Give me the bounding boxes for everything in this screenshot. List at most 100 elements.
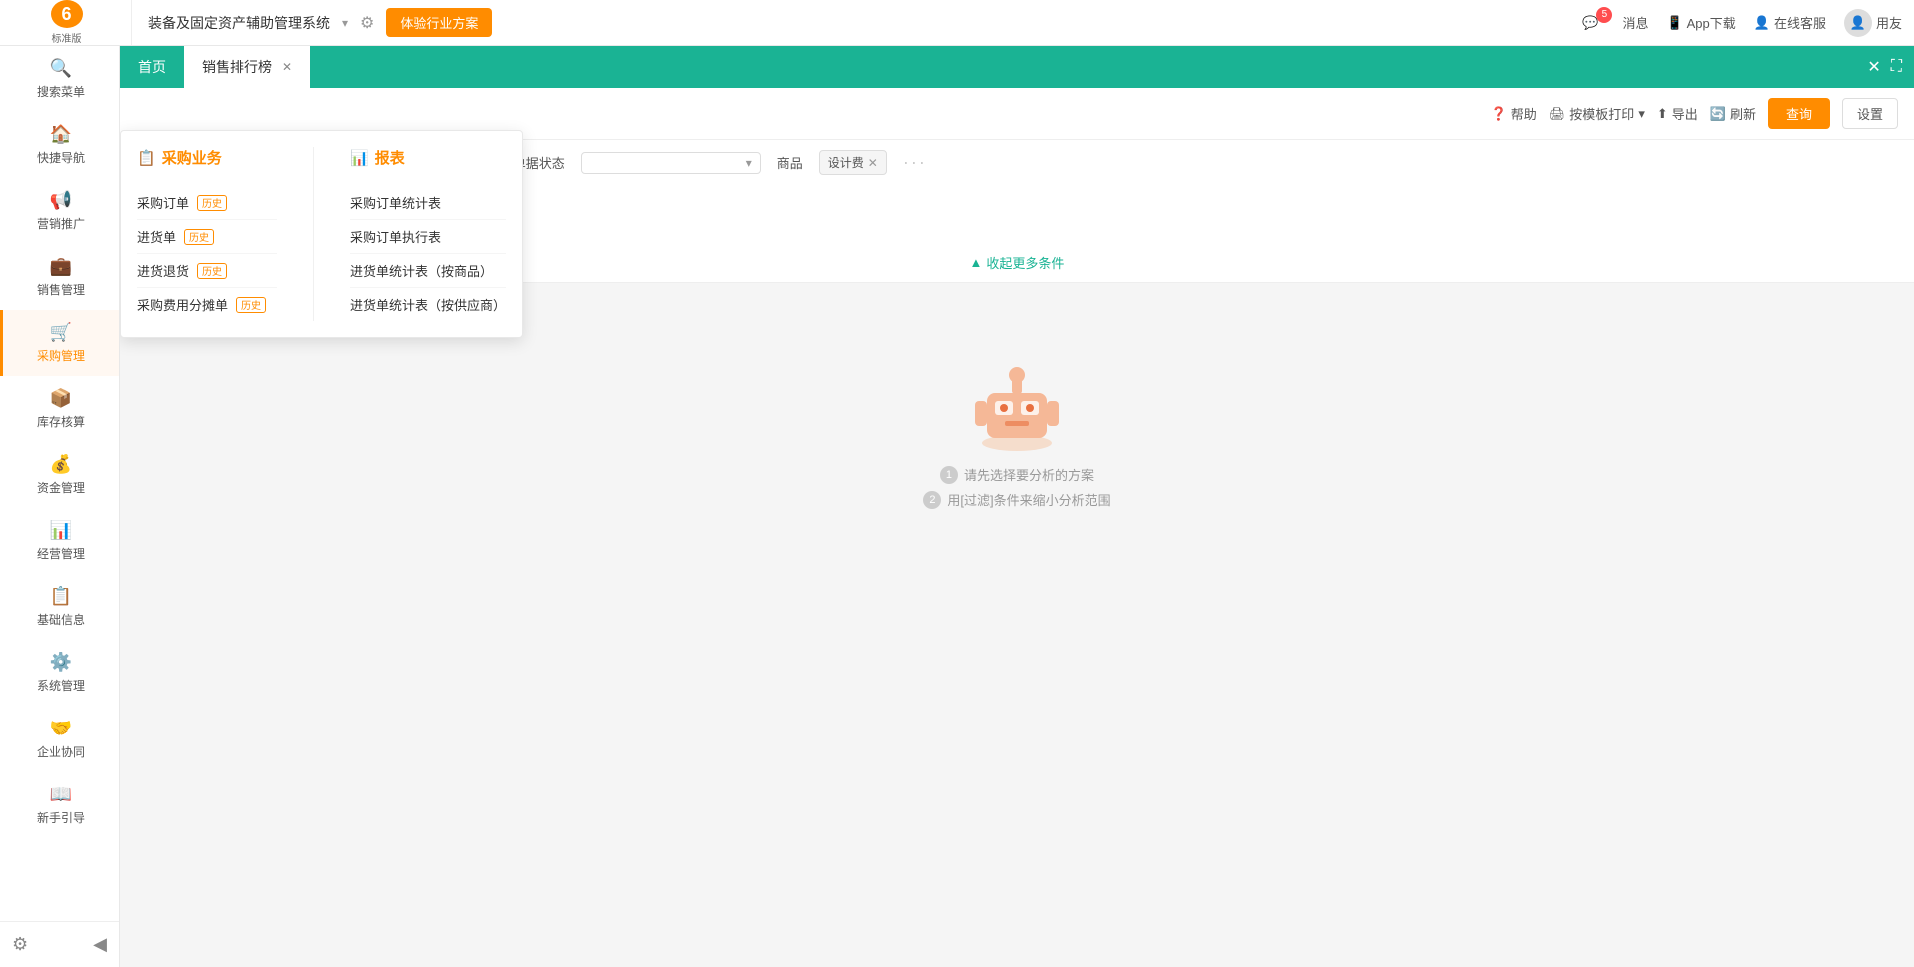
dropdown-menu: 📋 采购业务 采购订单 历史 进货单 历史 进货退货 历史 — [120, 130, 523, 338]
sidebar-collapse-icon[interactable]: ◀ — [93, 934, 107, 955]
dropdown-purchase-section: 📋 采购业务 采购订单 历史 进货单 历史 进货退货 历史 — [137, 147, 277, 321]
tab-bar: 首页 销售排行榜 ✕ ✕ ⛶ — [120, 46, 1914, 88]
sidebar-icon-sales: 💼 — [50, 256, 72, 277]
order-stats-label: 采购订单统计表 — [350, 193, 441, 212]
logo-label: 标准版 — [52, 30, 82, 45]
order-status-dropdown-icon: ▾ — [746, 156, 752, 170]
sidebar-label-operation: 经营管理 — [37, 545, 85, 562]
sidebar-icon-operation: 📊 — [50, 520, 72, 541]
print-icon: 🖨 — [1549, 106, 1566, 122]
collapse-up-icon: ▲ — [970, 255, 983, 270]
hint-text-1: 请先选择要分析的方案 — [964, 465, 1094, 484]
phone-icon: 📱 — [1666, 15, 1682, 31]
logo-area: 6 标准版 — [12, 0, 132, 45]
dropdown-report-section: 📊 报表 采购订单统计表 采购订单执行表 进货单统计表（按商品） 进货单统计表（… — [350, 147, 506, 321]
user-item[interactable]: 👤 用友 — [1844, 9, 1902, 37]
tab-sales-rank[interactable]: 销售排行榜 ✕ — [184, 46, 310, 88]
system-dropdown-icon[interactable]: ▾ — [342, 16, 348, 30]
settings-gear-icon[interactable]: ⚙ — [360, 13, 374, 33]
sidebar-label-base: 基础信息 — [37, 611, 85, 628]
collapse-button[interactable]: ▲ 收起更多条件 — [970, 253, 1065, 272]
sidebar-item-operation[interactable]: 📊 经营管理 — [0, 508, 119, 574]
tab-maximize-icon[interactable]: ⛶ — [1891, 58, 1902, 76]
dropdown-purchase-title: 📋 采购业务 — [137, 147, 277, 174]
sidebar-label-capital: 资金管理 — [37, 479, 85, 496]
report-section-label: 报表 — [375, 147, 405, 168]
sidebar-item-base[interactable]: 📋基础信息 — [0, 574, 119, 640]
logo-icon: 6 — [51, 0, 83, 28]
sidebar-icon-search: 🔍 — [50, 58, 72, 79]
tab-close-icon[interactable]: ✕ — [282, 60, 292, 74]
order-status-select[interactable]: ▾ — [581, 152, 761, 174]
sidebar-item-quick[interactable]: 🏠快捷导航 — [0, 112, 119, 178]
dropdown-item-cost[interactable]: 采购费用分摊单 历史 — [137, 288, 277, 321]
industry-button[interactable]: 体验行业方案 — [386, 8, 492, 37]
sidebar: 🔍搜索菜单🏠快捷导航📢营销推广 💼 销售管理 🛒采购管理 📦 库存核算 💰 资金管理 📊 经营管理… — [0, 46, 120, 967]
dropdown-item-incoming[interactable]: 进货单 历史 — [137, 220, 277, 254]
export-label: 导出 — [1672, 104, 1698, 123]
collapse-label: 收起更多条件 — [986, 253, 1064, 272]
hint-num-2: 2 — [923, 491, 941, 509]
topbar: 6 标准版 装备及固定资产辅助管理系统 ▾ ⚙ 体验行业方案 💬 5 消息 📱 … — [0, 0, 1914, 46]
sidebar-item-inventory[interactable]: 📦 库存核算 — [0, 376, 119, 442]
export-icon: ⬆ — [1657, 106, 1668, 122]
system-title: 装备及固定资产辅助管理系统 — [148, 13, 330, 33]
empty-hint-1: 1 请先选择要分析的方案 — [940, 465, 1094, 484]
dropdown-report-title: 📊 报表 — [350, 147, 506, 174]
sidebar-label-sales: 销售管理 — [37, 281, 85, 298]
content-area: 首页 销售排行榜 ✕ ✕ ⛶ ❓ 帮助 🖨 按模板打印 — [120, 46, 1914, 967]
dropdown-item-goods-stats[interactable]: 进货单统计表（按商品） — [350, 254, 506, 288]
sidebar-icon-purchase: 🛒 — [50, 322, 72, 343]
goods-tag-text: 设计费 — [828, 154, 864, 171]
hint-text-2: 用[过滤]条件来缩小分析范围 — [947, 490, 1110, 509]
sidebar-item-sales[interactable]: 💼 销售管理 — [0, 244, 119, 310]
app-download-item[interactable]: 📱 App下载 — [1666, 13, 1735, 32]
sidebar-item-cooperation[interactable]: 🤝企业协同 — [0, 706, 119, 772]
dropdown-item-supplier-stats[interactable]: 进货单统计表（按供应商） — [350, 288, 506, 321]
query-button[interactable]: 查询 — [1768, 98, 1830, 129]
purchase-section-label: 采购业务 — [162, 147, 222, 168]
goods-tag-close-icon[interactable]: ✕ — [868, 156, 878, 170]
setting-button[interactable]: 设置 — [1842, 98, 1898, 129]
help-button[interactable]: ❓ 帮助 — [1491, 104, 1537, 123]
message-item[interactable]: 💬 5 消息 — [1582, 13, 1648, 32]
sidebar-item-purchase[interactable]: 🛒采购管理 — [0, 310, 119, 376]
goods-more-dots[interactable]: ··· — [903, 152, 927, 173]
refresh-label: 刷新 — [1730, 104, 1756, 123]
goods-tag: 设计费 ✕ — [819, 150, 887, 175]
print-button[interactable]: 🖨 按模板打印 ▾ — [1549, 104, 1645, 123]
online-service-item[interactable]: 👤 在线客服 — [1754, 13, 1826, 32]
incoming-label: 进货单 — [137, 227, 176, 246]
sidebar-item-guide[interactable]: 📖新手引导 — [0, 772, 119, 838]
service-icon: 👤 — [1754, 15, 1770, 31]
sidebar-icon-inventory: 📦 — [50, 388, 72, 409]
sidebar-label-cooperation: 企业协同 — [37, 743, 85, 760]
app-label: App下载 — [1687, 13, 1736, 32]
sidebar-icon-marketing: 📢 — [50, 190, 72, 211]
dropdown-item-purchase-order[interactable]: 采购订单 历史 — [137, 186, 277, 220]
user-label: 用友 — [1876, 13, 1902, 32]
sidebar-label-system: 系统管理 — [37, 677, 85, 694]
dropdown-item-order-stats[interactable]: 采购订单统计表 — [350, 186, 506, 220]
sidebar-settings-icon[interactable]: ⚙ — [12, 934, 28, 955]
sidebar-item-capital[interactable]: 💰 资金管理 — [0, 442, 119, 508]
tab-bar-right: ✕ ⛶ — [1867, 57, 1914, 77]
sidebar-item-marketing[interactable]: 📢营销推广 — [0, 178, 119, 244]
hint-num-1: 1 — [940, 466, 958, 484]
dropdown-item-return[interactable]: 进货退货 历史 — [137, 254, 277, 288]
sidebar-icon-capital: 💰 — [50, 454, 72, 475]
tab-close-window-icon[interactable]: ✕ — [1867, 57, 1880, 77]
refresh-icon: 🔄 — [1710, 106, 1726, 122]
purchase-section-icon: 📋 — [137, 149, 156, 167]
refresh-button[interactable]: 🔄 刷新 — [1710, 104, 1756, 123]
sidebar-icon-quick: 🏠 — [50, 124, 72, 145]
dropdown-item-order-exec[interactable]: 采购订单执行表 — [350, 220, 506, 254]
export-button[interactable]: ⬆ 导出 — [1657, 104, 1698, 123]
tab-home[interactable]: 首页 — [120, 46, 184, 88]
sidebar-item-system[interactable]: ⚙️系统管理 — [0, 640, 119, 706]
sidebar-icon-guide: 📖 — [50, 784, 72, 805]
sidebar-label-inventory: 库存核算 — [37, 413, 85, 430]
sidebar-item-search[interactable]: 🔍搜索菜单 — [0, 46, 119, 112]
main-layout: 🔍搜索菜单🏠快捷导航📢营销推广 💼 销售管理 🛒采购管理 📦 库存核算 💰 资金管理 📊 经营管理… — [0, 46, 1914, 967]
help-label: 帮助 — [1511, 104, 1537, 123]
